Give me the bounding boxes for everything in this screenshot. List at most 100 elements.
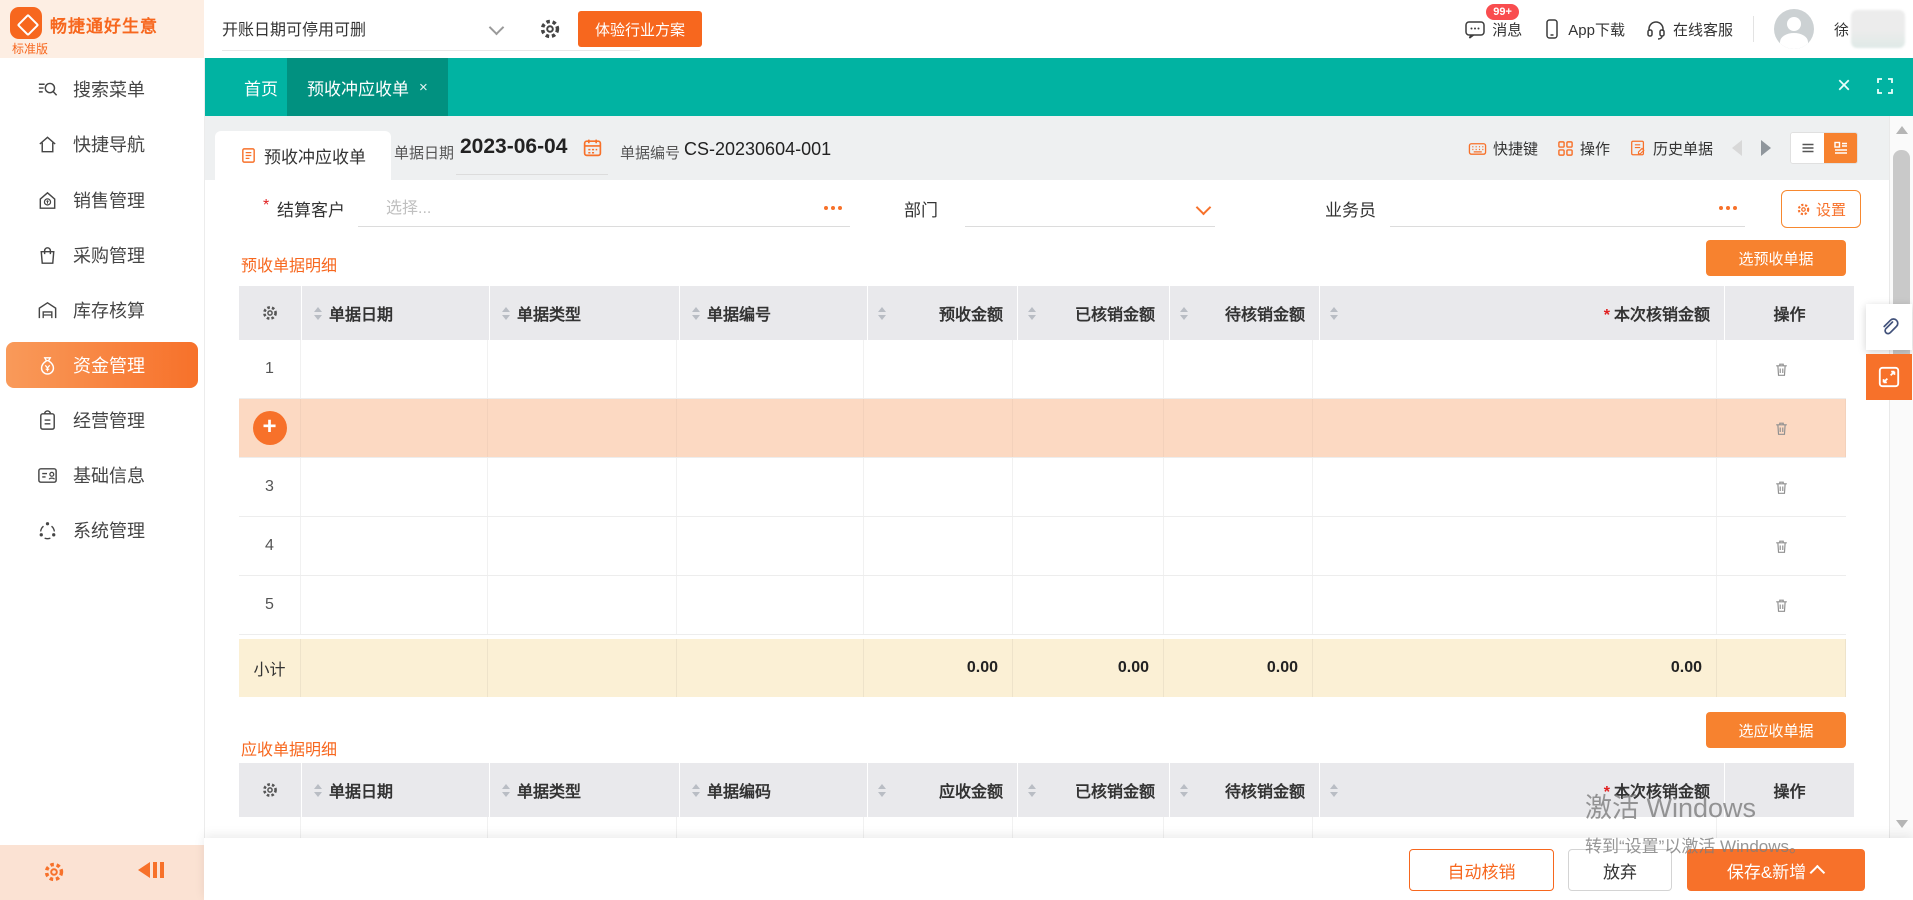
online-support-button[interactable]: 在线客服 [1645, 18, 1733, 40]
history-docs-button[interactable]: 历史单据 [1629, 138, 1713, 159]
cell-doc-no[interactable] [677, 458, 864, 516]
cell-current-writeoff[interactable] [1313, 458, 1717, 516]
sort-arrows[interactable] [878, 307, 886, 320]
scroll-down-arrow[interactable] [1896, 820, 1908, 828]
cell-doc-type[interactable] [488, 399, 677, 457]
calendar-icon[interactable] [582, 137, 603, 163]
sidebar-item-base-info[interactable]: 基础信息 [6, 452, 198, 498]
cell-doc-date[interactable] [301, 576, 488, 634]
prev-doc-arrow[interactable] [1732, 140, 1742, 156]
cell-writtenoff-amount[interactable] [1013, 399, 1164, 457]
delete-row-icon[interactable] [1773, 538, 1790, 555]
username[interactable]: 徐 [1834, 10, 1905, 48]
salesman-picker-ellipsis-icon[interactable] [1719, 206, 1737, 210]
discard-button[interactable]: 放弃 [1568, 849, 1672, 891]
settle-customer-field[interactable]: 选择... [358, 192, 850, 227]
cell-writtenoff-amount[interactable] [1013, 576, 1164, 634]
sidebar-item-operations[interactable]: 经营管理 [6, 397, 198, 443]
cell-pending-amount[interactable] [1164, 517, 1313, 575]
cell-doc-date[interactable] [301, 340, 488, 398]
cell-pending-amount[interactable] [1164, 340, 1313, 398]
card-view-toggle[interactable] [1824, 133, 1857, 163]
collapse-sidebar-icon[interactable] [138, 862, 164, 878]
sort-arrows[interactable] [502, 784, 510, 797]
avatar[interactable] [1774, 9, 1814, 49]
select-prepaid-docs-button[interactable]: 选预收单据 [1706, 240, 1846, 276]
cell-current-writeoff[interactable] [1313, 340, 1717, 398]
doc-date-value[interactable]: 2023-06-04 [460, 135, 567, 159]
cell-doc-no[interactable] [677, 399, 864, 457]
sidebar-item-inventory[interactable]: 库存核算 [6, 287, 198, 333]
salesman-field[interactable] [1390, 192, 1745, 227]
app-download-button[interactable]: App下载 [1542, 18, 1625, 40]
sidebar-item-search-menu[interactable]: 搜索菜单 [6, 66, 198, 112]
close-tab-icon[interactable]: × [419, 79, 428, 96]
scroll-up-arrow[interactable] [1896, 126, 1908, 134]
save-and-new-button[interactable]: 保存&新增 [1687, 849, 1865, 891]
fullscreen-tool-button[interactable] [1866, 354, 1912, 400]
cell-doc-type[interactable] [488, 340, 677, 398]
cell-pending-amount[interactable] [1164, 576, 1313, 634]
sort-arrows[interactable] [1330, 307, 1338, 320]
cell-current-writeoff[interactable] [1313, 399, 1717, 457]
column-settings-gear-icon[interactable] [239, 304, 301, 322]
sort-arrows[interactable] [1180, 307, 1188, 320]
cell-prepaid-amount[interactable] [864, 399, 1013, 457]
department-field[interactable] [965, 192, 1215, 227]
list-view-toggle[interactable] [1791, 133, 1824, 163]
sort-arrows[interactable] [314, 784, 322, 797]
cell-doc-type[interactable] [488, 576, 677, 634]
cell-doc-no[interactable] [677, 517, 864, 575]
cell-doc-type[interactable] [488, 458, 677, 516]
tab-prepaid-writeoff[interactable]: 预收冲应收单 × [287, 58, 448, 116]
sidebar-settings-gear-icon[interactable] [42, 860, 66, 889]
cell-doc-date[interactable] [301, 517, 488, 575]
cell-prepaid-amount[interactable] [864, 458, 1013, 516]
auto-writeoff-button[interactable]: 自动核销 [1409, 849, 1554, 891]
shortcut-keys-button[interactable]: 快捷键 [1468, 138, 1538, 159]
form-settings-button[interactable]: 设置 [1781, 190, 1861, 228]
delete-row-icon[interactable] [1773, 597, 1790, 614]
add-row-button[interactable]: + [253, 411, 287, 445]
sidebar-item-system[interactable]: 系统管理 [6, 507, 198, 553]
cell-prepaid-amount[interactable] [864, 576, 1013, 634]
sidebar-item-sales[interactable]: 销售管理 [6, 177, 198, 223]
document-type-tab[interactable]: 预收冲应收单 [215, 131, 391, 180]
select-receivable-docs-button[interactable]: 选应收单据 [1706, 712, 1846, 748]
sort-arrows[interactable] [1330, 784, 1338, 797]
account-settings-gear-icon[interactable] [538, 17, 562, 41]
sort-arrows[interactable] [692, 307, 700, 320]
cell-doc-type[interactable] [488, 517, 677, 575]
cell-writtenoff-amount[interactable] [1013, 458, 1164, 516]
close-window-icon[interactable]: × [1837, 72, 1851, 100]
vertical-scrollbar[interactable] [1889, 116, 1913, 838]
delete-row-icon[interactable] [1773, 420, 1790, 437]
sort-arrows[interactable] [1180, 784, 1188, 797]
cell-pending-amount[interactable] [1164, 399, 1313, 457]
sort-arrows[interactable] [878, 784, 886, 797]
department-chevron-icon[interactable] [1196, 200, 1212, 216]
customer-picker-ellipsis-icon[interactable] [824, 206, 842, 210]
next-doc-arrow[interactable] [1761, 140, 1771, 156]
cell-current-writeoff[interactable] [1313, 576, 1717, 634]
sidebar-item-funds[interactable]: 资金管理 [6, 342, 198, 388]
sidebar-item-quick-nav[interactable]: 快捷导航 [6, 121, 198, 167]
sidebar-item-purchase[interactable]: 采购管理 [6, 232, 198, 278]
cell-prepaid-amount[interactable] [864, 517, 1013, 575]
sort-arrows[interactable] [314, 307, 322, 320]
cell-writtenoff-amount[interactable] [1013, 517, 1164, 575]
sort-arrows[interactable] [1028, 784, 1036, 797]
delete-row-icon[interactable] [1773, 479, 1790, 496]
messages-button[interactable]: 消息 99+ [1464, 18, 1522, 40]
sort-arrows[interactable] [502, 307, 510, 320]
cell-doc-date[interactable] [301, 458, 488, 516]
industry-solution-button[interactable]: 体验行业方案 [578, 11, 702, 47]
cell-doc-date[interactable] [301, 399, 488, 457]
cell-pending-amount[interactable] [1164, 458, 1313, 516]
fullscreen-corners-icon[interactable] [1875, 76, 1895, 96]
delete-row-icon[interactable] [1773, 361, 1790, 378]
operations-button[interactable]: 操作 [1557, 138, 1610, 159]
sort-arrows[interactable] [1028, 307, 1036, 320]
cell-doc-no[interactable] [677, 576, 864, 634]
column-settings-gear-icon[interactable] [239, 781, 301, 799]
